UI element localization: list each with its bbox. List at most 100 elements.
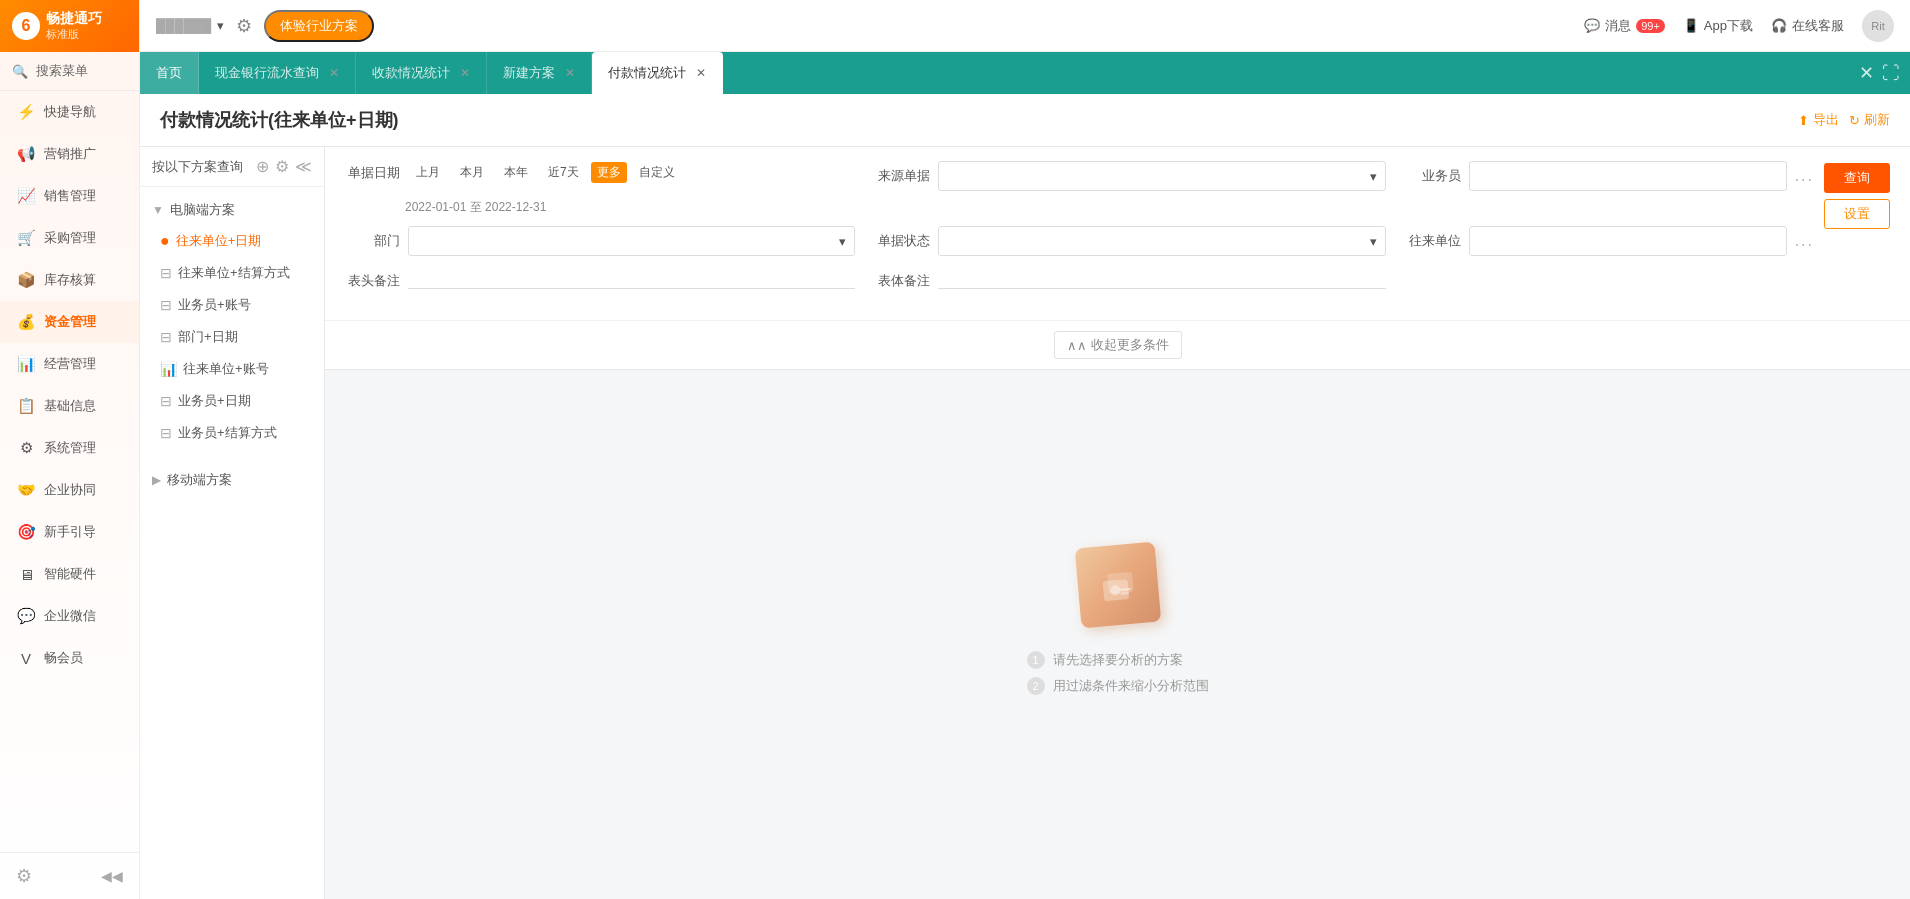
tab-bank-close[interactable]: ✕: [329, 66, 339, 80]
scheme-mobile-category[interactable]: ▶ 移动端方案: [140, 465, 324, 495]
filter-dept-item: 部门 ▾: [345, 226, 855, 256]
body-note-label: 表体备注: [875, 272, 930, 290]
topbar-settings-icon[interactable]: ⚙: [236, 15, 252, 37]
export-button[interactable]: ⬆ 导出: [1798, 111, 1839, 129]
filter-section: 单据日期 上月 本月 本年 近7天 更多 自定义: [325, 147, 1910, 370]
date-btn-custom[interactable]: 自定义: [631, 161, 683, 184]
date-btn-last-month[interactable]: 上月: [408, 161, 448, 184]
footer-settings-icon[interactable]: ⚙: [16, 865, 32, 887]
refresh-icon: ↻: [1849, 113, 1860, 128]
refresh-button[interactable]: ↻ 刷新: [1849, 111, 1890, 129]
sidebar-item-vip[interactable]: V 畅会员: [0, 637, 139, 679]
sidebar-item-basic[interactable]: 📋 基础信息: [0, 385, 139, 427]
filter-body-note-item: 表体备注: [875, 272, 1385, 290]
scheme-item-staff-date[interactable]: ⊟ 业务员+日期: [148, 385, 324, 417]
collapse-button[interactable]: ∧∧ 收起更多条件: [1054, 331, 1182, 359]
sidebar-item-guide[interactable]: 🎯 新手引导: [0, 511, 139, 553]
sidebar-item-inventory[interactable]: 📦 库存核算: [0, 259, 139, 301]
staff-dots[interactable]: ...: [1795, 167, 1814, 185]
date-btn-more[interactable]: 更多: [591, 162, 627, 183]
staff-select[interactable]: [1469, 161, 1787, 191]
date-btn-this-year[interactable]: 本年: [496, 161, 536, 184]
settings-button[interactable]: 设置: [1824, 199, 1890, 229]
sidebar-item-marketing[interactable]: 📢 营销推广: [0, 133, 139, 175]
body-note-input[interactable]: [938, 288, 1385, 289]
content-area: 付款情况统计(往来单位+日期) ⬆ 导出 ↻ 刷新 按以下方案查询 ⊕: [140, 94, 1910, 899]
empty-illustration: [1058, 535, 1178, 635]
company-selector[interactable]: ██████ ▾: [156, 18, 224, 33]
sidebar-footer: ⚙ ◀◀: [0, 852, 139, 899]
scheme-item-unit-account[interactable]: 📊 往来单位+账号: [148, 353, 324, 385]
partner-dots[interactable]: ...: [1795, 232, 1814, 250]
source-label: 来源单据: [875, 167, 930, 185]
tab-income-close[interactable]: ✕: [460, 66, 470, 80]
message-action[interactable]: 💬 消息 99+: [1584, 17, 1665, 35]
marketing-icon: 📢: [16, 144, 36, 164]
scheme-collapse-icon[interactable]: ≪: [295, 157, 312, 176]
sidebar-item-capital[interactable]: 💰 资金管理: [0, 301, 139, 343]
scheme-item-staff-account[interactable]: ⊟ 业务员+账号: [148, 289, 324, 321]
query-button[interactable]: 查询: [1824, 163, 1890, 193]
filter-row-2: 部门 ▾ 单据状态: [345, 226, 1814, 256]
tab-close-all[interactable]: ✕: [1859, 62, 1874, 84]
collapse-bar: ∧∧ 收起更多条件: [325, 320, 1910, 369]
scheme-desktop-category[interactable]: ▼ 电脑端方案: [140, 195, 324, 225]
sidebar-item-quick[interactable]: ⚡ 快捷导航: [0, 91, 139, 133]
filter-partner-item: 往来单位 ...: [1406, 226, 1814, 256]
scheme-item-icon-5: ⊟: [160, 425, 172, 441]
sidebar-nav: ⚡ 快捷导航 📢 营销推广 📈 销售管理 🛒 采购管理 📦 库存核算 💰 资金管…: [0, 91, 139, 852]
search-menu[interactable]: 🔍 搜索菜单: [0, 52, 139, 91]
service-action[interactable]: 🎧 在线客服: [1771, 17, 1844, 35]
sidebar-item-system[interactable]: ⚙ 系统管理: [0, 427, 139, 469]
inventory-icon: 📦: [16, 270, 36, 290]
tip-number-1: 1: [1027, 651, 1045, 669]
collapse-icon: ∧∧: [1067, 338, 1087, 353]
scheme-panel: 按以下方案查询 ⊕ ⚙ ≪ ▼ 电脑端方案 ● 往来: [140, 147, 325, 899]
action-buttons: 查询 设置: [1824, 161, 1890, 306]
tab-home[interactable]: 首页: [140, 52, 199, 94]
filter-row-1: 单据日期 上月 本月 本年 近7天 更多 自定义: [345, 161, 1814, 191]
message-badge: 99+: [1636, 19, 1665, 33]
scheme-item-staff-settle[interactable]: ⊟ 业务员+结算方式: [148, 417, 324, 449]
scheme-item-unit-settle[interactable]: ⊟ 往来单位+结算方式: [148, 257, 324, 289]
tab-new-close[interactable]: ✕: [565, 66, 575, 80]
sidebar-item-smart[interactable]: 🖥 智能硬件: [0, 553, 139, 595]
capital-icon: 💰: [16, 312, 36, 332]
tab-maximize[interactable]: ⛶: [1882, 63, 1900, 84]
partner-select[interactable]: [1469, 226, 1787, 256]
filter-staff-item: 业务员 ...: [1406, 161, 1814, 191]
filter-docstatus-item: 单据状态 ▾: [875, 226, 1385, 256]
date-btn-7days[interactable]: 近7天: [540, 161, 587, 184]
scheme-item-dept-date[interactable]: ⊟ 部门+日期: [148, 321, 324, 353]
source-select[interactable]: ▾: [938, 161, 1385, 191]
dept-select[interactable]: ▾: [408, 226, 855, 256]
tab-bank[interactable]: 现金银行流水查询 ✕: [199, 52, 356, 94]
sidebar-item-wechat[interactable]: 💬 企业微信: [0, 595, 139, 637]
scheme-settings-icon[interactable]: ⚙: [275, 157, 289, 176]
docstatus-select[interactable]: ▾: [938, 226, 1385, 256]
sidebar-item-operation[interactable]: 📊 经营管理: [0, 343, 139, 385]
header-note-input[interactable]: [408, 288, 855, 289]
sidebar-item-purchase[interactable]: 🛒 采购管理: [0, 217, 139, 259]
scheme-item-unit-date[interactable]: ● 往来单位+日期: [148, 225, 324, 257]
footer-collapse-icon[interactable]: ◀◀: [101, 868, 123, 884]
tab-payment-close[interactable]: ✕: [696, 66, 706, 80]
tab-payment[interactable]: 付款情况统计 ✕: [592, 52, 723, 94]
page-title: 付款情况统计(往来单位+日期): [160, 108, 399, 132]
app-download-action[interactable]: 📱 App下载: [1683, 17, 1753, 35]
empty-state: 1 请先选择要分析的方案 2 用过滤条件来缩小分析范围: [325, 370, 1910, 899]
main-content: ██████ ▾ ⚙ 体验行业方案 💬 消息 99+ 📱 App下载 🎧 在线客…: [140, 0, 1910, 899]
empty-tip-1: 1 请先选择要分析的方案: [1027, 651, 1209, 669]
tab-new[interactable]: 新建方案 ✕: [487, 52, 592, 94]
date-btn-this-month[interactable]: 本月: [452, 161, 492, 184]
sidebar-item-sales[interactable]: 📈 销售管理: [0, 175, 139, 217]
tab-income[interactable]: 收款情况统计 ✕: [356, 52, 487, 94]
scheme-desktop-arrow: ▼: [152, 203, 164, 217]
date-buttons: 上月 本月 本年 近7天 更多 自定义: [408, 161, 683, 184]
user-avatar[interactable]: Rit: [1862, 10, 1894, 42]
scheme-add-icon[interactable]: ⊕: [256, 157, 269, 176]
sidebar-item-collab[interactable]: 🤝 企业协同: [0, 469, 139, 511]
source-dropdown-icon: ▾: [1370, 169, 1377, 184]
trial-button[interactable]: 体验行业方案: [264, 10, 374, 42]
dept-dropdown-icon: ▾: [839, 234, 846, 249]
